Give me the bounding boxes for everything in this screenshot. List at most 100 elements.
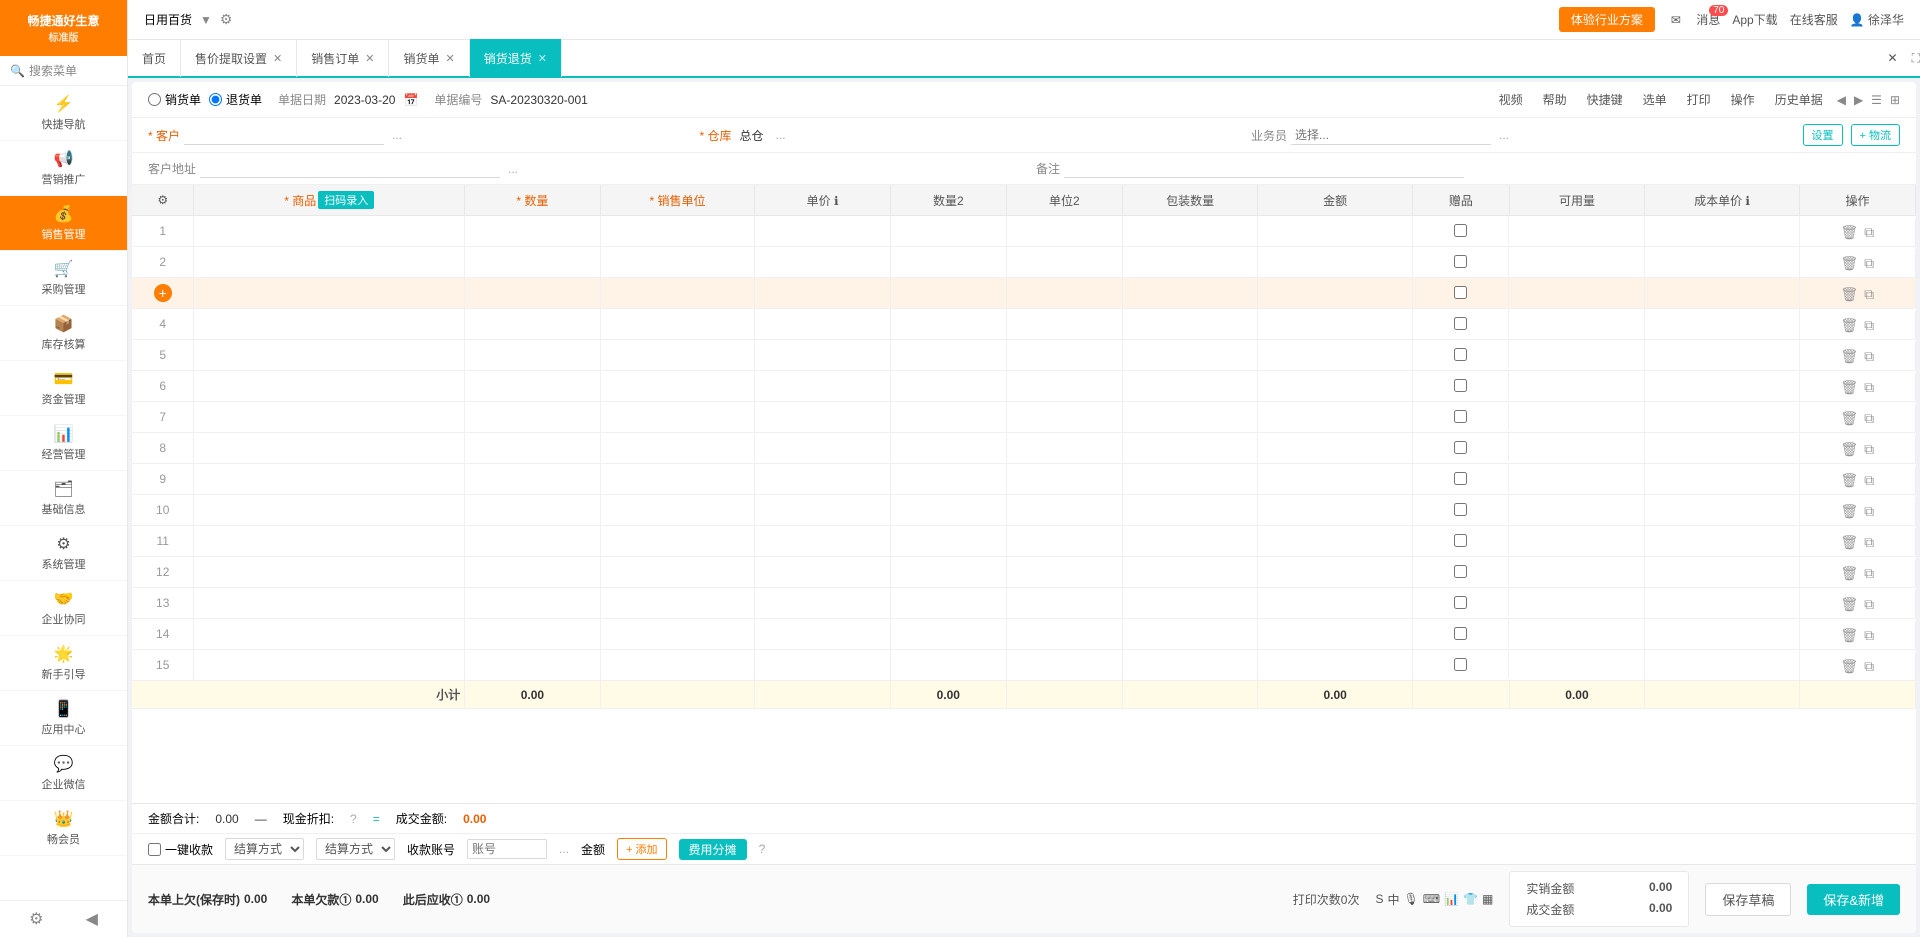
gift-cell[interactable]	[1413, 340, 1509, 368]
warehouse-dots[interactable]: ...	[776, 128, 786, 142]
pkgqty-cell[interactable]	[1122, 433, 1257, 464]
shortcut-keyboard-icon[interactable]: ⌨	[1423, 892, 1440, 906]
tab-close-all[interactable]: ✕	[1878, 51, 1908, 65]
product-cell[interactable]	[194, 340, 465, 371]
gift-checkbox[interactable]	[1454, 565, 1467, 578]
gift-cell[interactable]	[1413, 309, 1509, 337]
unit2-cell[interactable]	[1006, 588, 1122, 619]
price-cell[interactable]	[755, 216, 890, 247]
product-cell[interactable]	[194, 588, 465, 619]
sidebar-item-wechat[interactable]: 💬 企业微信	[0, 746, 127, 801]
app-download-link[interactable]: App下载	[1732, 11, 1777, 28]
unit2-cell[interactable]	[1006, 309, 1122, 340]
sidebar-item-enterprise[interactable]: 🤝 企业协同	[0, 581, 127, 636]
price-cell[interactable]	[755, 495, 890, 526]
unit-cell[interactable]	[600, 216, 755, 247]
pkgqty-cell[interactable]	[1122, 495, 1257, 526]
qty2-cell[interactable]	[890, 309, 1006, 340]
avail-cell[interactable]	[1509, 216, 1644, 247]
tab-maximize[interactable]: ⛶	[1912, 51, 1920, 66]
pkgqty-cell[interactable]	[1122, 371, 1257, 402]
delete-row-icon[interactable]: 🗑	[1840, 379, 1858, 396]
cost-cell[interactable]	[1645, 495, 1800, 526]
qty-cell[interactable]	[465, 278, 600, 309]
unit-cell[interactable]	[600, 588, 755, 619]
customer-input[interactable]	[184, 126, 384, 145]
price-cell[interactable]	[755, 650, 890, 681]
sidebar-item-marketing[interactable]: 📢 营销推广	[0, 141, 127, 196]
gift-checkbox[interactable]	[1454, 534, 1467, 547]
product-cell[interactable]	[194, 402, 465, 433]
cost-cell[interactable]	[1645, 650, 1800, 681]
pkgqty-cell[interactable]	[1122, 619, 1257, 650]
help-btn[interactable]: 帮助	[1537, 88, 1573, 111]
unit2-cell[interactable]	[1006, 464, 1122, 495]
history-btn[interactable]: 历史单据	[1769, 88, 1829, 111]
unit-cell[interactable]	[600, 247, 755, 278]
amount-cell[interactable]	[1258, 588, 1413, 619]
tab-sales-delivery[interactable]: 销货单 ✕	[389, 39, 469, 77]
remark-input[interactable]	[1064, 159, 1464, 178]
copy-row-icon[interactable]: ⧉	[1864, 441, 1874, 458]
staff-dots[interactable]: ...	[1499, 128, 1509, 142]
qty2-cell[interactable]	[890, 402, 1006, 433]
radio-sales-return[interactable]: 退货单	[209, 91, 262, 108]
amount-cell[interactable]	[1258, 495, 1413, 526]
cost-cell[interactable]	[1645, 557, 1800, 588]
draft-btn[interactable]: 保存草稿	[1705, 883, 1791, 916]
accounting-select[interactable]: 结算方式	[225, 838, 304, 860]
gift-cell[interactable]	[1413, 247, 1509, 275]
sidebar-item-operations[interactable]: 📊 经营管理	[0, 416, 127, 471]
online-service-link[interactable]: 在线客服	[1790, 11, 1838, 28]
delete-row-icon[interactable]: 🗑	[1840, 410, 1858, 427]
copy-row-icon[interactable]: ⧉	[1864, 410, 1874, 427]
avail-cell[interactable]	[1509, 526, 1644, 557]
qty2-cell[interactable]	[890, 278, 1006, 309]
avail-cell[interactable]	[1509, 619, 1644, 650]
unit-cell[interactable]	[600, 526, 755, 557]
price-cell[interactable]	[755, 619, 890, 650]
copy-row-icon[interactable]: ⧉	[1864, 596, 1874, 613]
amount-cell[interactable]	[1258, 247, 1413, 278]
cost-cell[interactable]	[1645, 402, 1800, 433]
tab-price-set-close[interactable]: ✕	[273, 52, 282, 65]
qty2-cell[interactable]	[890, 433, 1006, 464]
pkgqty-cell[interactable]	[1122, 278, 1257, 309]
settings-icon[interactable]: ⚙	[29, 909, 43, 929]
sidebar-item-system[interactable]: ⚙ 系统管理	[0, 526, 127, 581]
gift-cell[interactable]	[1413, 433, 1509, 461]
copy-row-icon[interactable]: ⧉	[1864, 224, 1874, 241]
prev-record-icon[interactable]: ◀	[1837, 93, 1846, 107]
unit-cell[interactable]	[600, 619, 755, 650]
video-btn[interactable]: 视频	[1493, 88, 1529, 111]
product-cell[interactable]	[194, 495, 465, 526]
collapse-icon[interactable]: ◀	[86, 909, 98, 929]
radio-sales-return-input[interactable]	[209, 93, 222, 106]
unit-cell[interactable]	[600, 650, 755, 681]
add-row-btn[interactable]: +	[154, 284, 172, 302]
qty2-cell[interactable]	[890, 495, 1006, 526]
qty-cell[interactable]	[465, 619, 600, 650]
avail-cell[interactable]	[1509, 402, 1644, 433]
price-cell[interactable]	[755, 278, 890, 309]
product-cell[interactable]	[194, 433, 465, 464]
qty2-cell[interactable]	[890, 340, 1006, 371]
pkgqty-cell[interactable]	[1122, 464, 1257, 495]
delete-row-icon[interactable]: 🗑	[1840, 286, 1858, 303]
product-cell[interactable]	[194, 309, 465, 340]
delete-row-icon[interactable]: 🗑	[1840, 596, 1858, 613]
qty-cell[interactable]	[465, 588, 600, 619]
sidebar-item-sales[interactable]: 💰 销售管理	[0, 196, 127, 251]
gift-cell[interactable]	[1413, 588, 1509, 616]
tab-sales-order-close[interactable]: ✕	[365, 52, 374, 65]
shortcut-chart-icon[interactable]: 📊	[1444, 892, 1459, 906]
pkgqty-cell[interactable]	[1122, 309, 1257, 340]
sidebar-item-purchase[interactable]: 🛒 采购管理	[0, 251, 127, 306]
gift-cell[interactable]	[1413, 495, 1509, 523]
fee-split-btn[interactable]: 费用分摊	[679, 839, 747, 860]
qty2-cell[interactable]	[890, 247, 1006, 278]
gift-cell[interactable]	[1413, 619, 1509, 647]
tab-sales-return[interactable]: 销货退货 ✕	[470, 39, 562, 77]
gift-checkbox[interactable]	[1454, 472, 1467, 485]
amount-cell[interactable]	[1258, 526, 1413, 557]
